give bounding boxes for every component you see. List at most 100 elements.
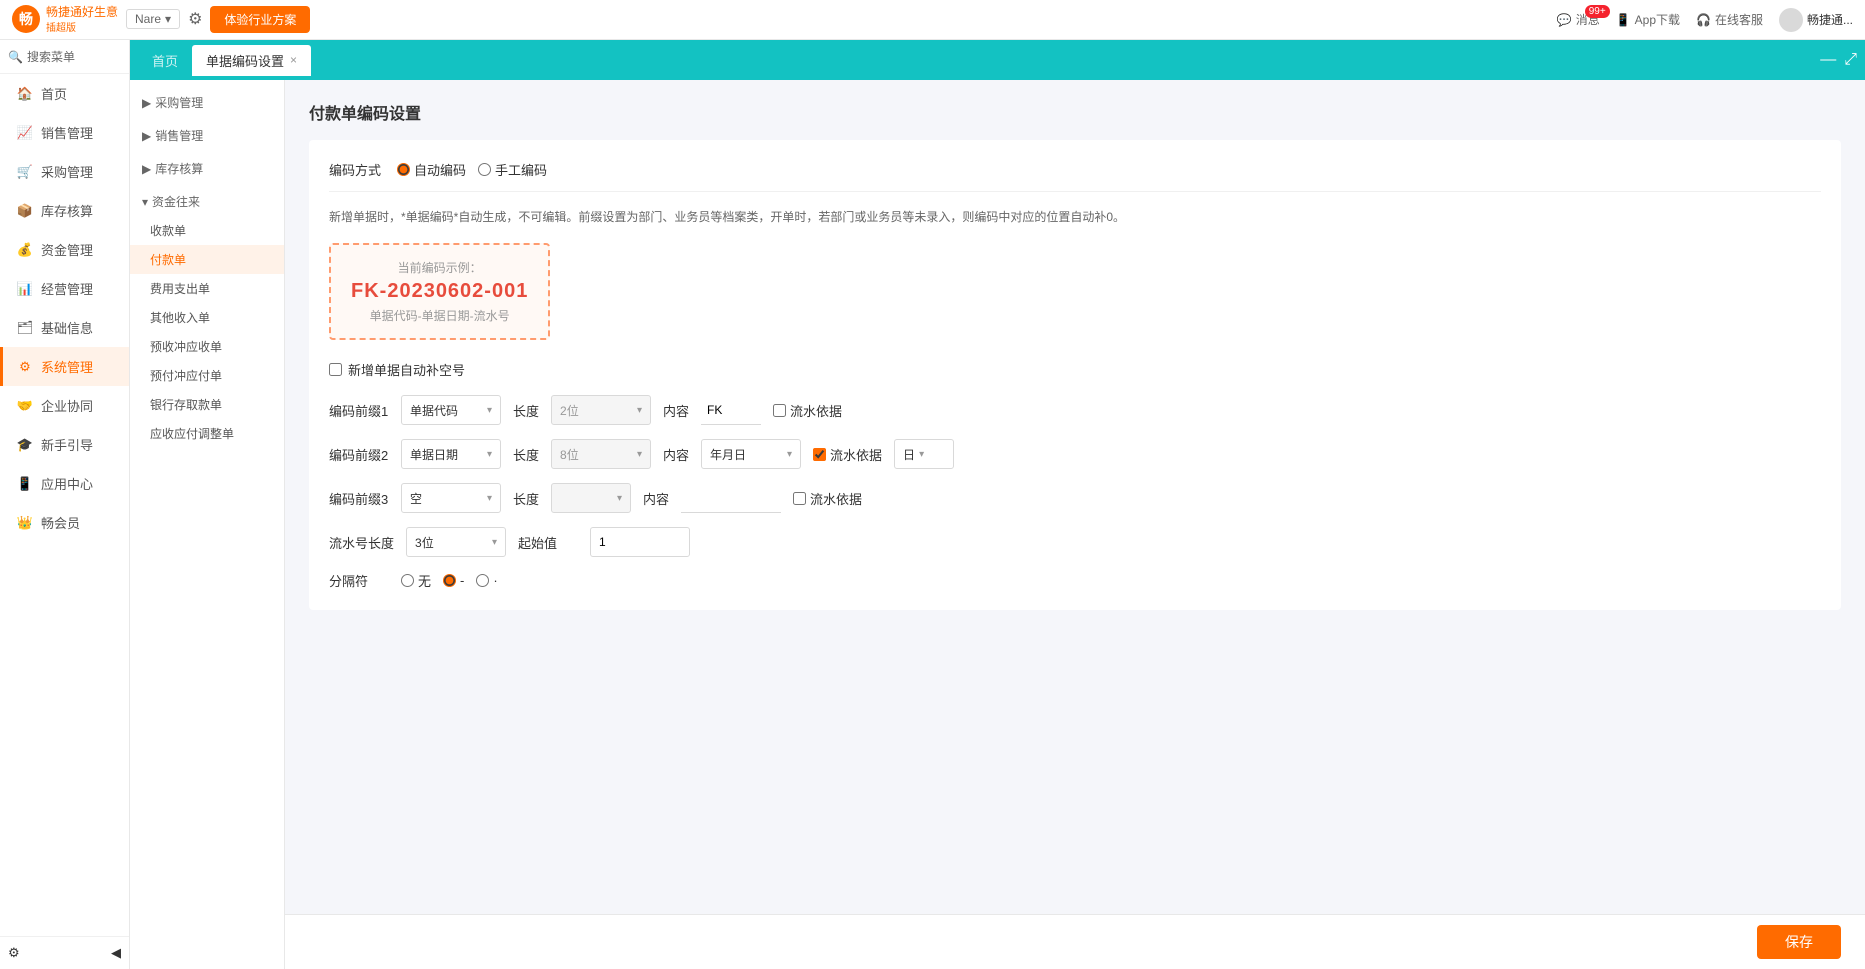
sub-group-sales-title[interactable]: ▶ 销售管理 <box>130 121 284 150</box>
serial1-check[interactable]: 流水依据 <box>773 401 842 420</box>
length1-value: 2位 <box>560 402 579 419</box>
tab-minimize-icon[interactable]: — <box>1820 51 1836 69</box>
prefix2-select[interactable]: 单据日期 ▾ <box>401 439 501 469</box>
sub-group-purchase-title[interactable]: ▶ 采购管理 <box>130 88 284 117</box>
tab-home[interactable]: 首页 <box>138 45 192 76</box>
sub-group-finance-title[interactable]: ▾ 资金往来 <box>130 187 284 216</box>
avatar <box>1779 8 1803 32</box>
content2-select[interactable]: 年月日 ▾ <box>701 439 801 469</box>
operations-icon: 📊 <box>17 281 33 297</box>
search-icon: 🔍 <box>8 50 23 64</box>
sidebar-item-finance[interactable]: 💰 资金管理 <box>0 230 129 269</box>
sub-item-expense[interactable]: 费用支出单 <box>130 274 284 303</box>
message-item[interactable]: 💬 消息 99+ <box>1557 11 1600 28</box>
sidebar-item-purchase[interactable]: 🛒 采购管理 <box>0 152 129 191</box>
auto-fill-row: 新增单据自动补空号 <box>329 360 1821 379</box>
radio-auto-encode-input[interactable] <box>397 163 410 176</box>
sub-item-prepay-receive[interactable]: 预收冲应收单 <box>130 332 284 361</box>
serial3-checkbox[interactable] <box>793 492 806 505</box>
settings-icon[interactable]: ⚙ <box>188 9 202 29</box>
sidebar-item-sales[interactable]: 📈 销售管理 <box>0 113 129 152</box>
guide-icon: 🎓 <box>17 437 33 453</box>
radio-manual-encode-input[interactable] <box>478 163 491 176</box>
top-bar-right: 💬 消息 99+ 📱 App下载 🎧 在线客服 畅捷通... <box>1557 8 1853 32</box>
serial1-checkbox[interactable] <box>773 404 786 417</box>
prefix1-select[interactable]: 单据代码 ▾ <box>401 395 501 425</box>
content1-input[interactable] <box>701 395 761 425</box>
nav-dropdown[interactable]: Nare ▾ <box>126 9 180 29</box>
serial2-checkbox[interactable] <box>813 448 826 461</box>
sub-item-other-income[interactable]: 其他收入单 <box>130 303 284 332</box>
serial-config-row: 流水号长度 3位 ▾ 起始值 <box>329 527 1821 557</box>
sidebar-item-guide[interactable]: 🎓 新手引导 <box>0 425 129 464</box>
sep-dot[interactable]: · <box>476 573 497 588</box>
system-icon: ⚙ <box>17 359 33 375</box>
sidebar-item-label: 资金管理 <box>41 240 93 259</box>
user-item[interactable]: 畅捷通... <box>1779 8 1853 32</box>
sub-item-receipt[interactable]: 收款单 <box>130 216 284 245</box>
example-box: 当前编码示例： FK-20230602-001 单据代码-单据日期-流水号 <box>329 243 550 340</box>
sidebar-item-label: 采购管理 <box>41 162 93 181</box>
sub-group-inventory-title[interactable]: ▶ 库存核算 <box>130 154 284 183</box>
tab-home-label: 首页 <box>152 51 178 70</box>
app-center-icon: 📱 <box>17 476 33 492</box>
sidebar-item-system[interactable]: ⚙ 系统管理 <box>0 347 129 386</box>
nav-dropdown-text: Nare <box>135 12 161 26</box>
sep-dash[interactable]: - <box>443 573 464 588</box>
sep-none[interactable]: 无 <box>401 571 431 590</box>
radio-manual-encode[interactable]: 手工编码 <box>478 160 547 179</box>
online-service-item[interactable]: 🎧 在线客服 <box>1696 11 1763 28</box>
finance-icon: 💰 <box>17 242 33 258</box>
app-download-label: App下载 <box>1635 11 1680 28</box>
sep-none-radio[interactable] <box>401 574 414 587</box>
online-service-icon: 🎧 <box>1696 13 1711 27</box>
sidebar-search-label: 搜索菜单 <box>27 48 75 65</box>
auto-fill-checkbox[interactable] <box>329 363 342 376</box>
sidebar-item-app-center[interactable]: 📱 应用中心 <box>0 464 129 503</box>
radio-auto-encode-label: 自动编码 <box>414 160 466 179</box>
sub-item-payment[interactable]: 付款单 <box>130 245 284 274</box>
serial2-day-select[interactable]: 日 ▾ <box>894 439 954 469</box>
start-value-input[interactable] <box>590 527 690 557</box>
tab-encoding-settings[interactable]: 单据编码设置 × <box>192 45 311 76</box>
sidebar-item-basic-info[interactable]: 🗂 基础信息 <box>0 308 129 347</box>
tab-close-icon[interactable]: × <box>290 53 297 67</box>
sidebar-settings-icon[interactable]: ⚙ <box>8 945 20 961</box>
app-download-item[interactable]: 📱 App下载 <box>1616 11 1680 28</box>
sidebar-item-vip[interactable]: 👑 畅会员 <box>0 503 129 542</box>
content1-label: 内容 <box>663 401 689 420</box>
sidebar-item-label: 首页 <box>41 84 67 103</box>
sidebar-search[interactable]: 🔍 搜索菜单 <box>0 40 129 74</box>
serial1-label: 流水依据 <box>790 401 842 420</box>
sep-dash-radio[interactable] <box>443 574 456 587</box>
sidebar-item-operations[interactable]: 📊 经营管理 <box>0 269 129 308</box>
prefix1-chevron-icon: ▾ <box>487 405 492 416</box>
tab-expand-icon[interactable]: ⤢ <box>1844 51 1857 69</box>
sub-group-inventory-label: 库存核算 <box>155 160 203 177</box>
save-button[interactable]: 保存 <box>1757 925 1841 959</box>
sidebar-item-inventory[interactable]: 📦 库存核算 <box>0 191 129 230</box>
sidebar-collapse-icon[interactable]: ◀ <box>111 945 121 961</box>
sep-dot-radio[interactable] <box>476 574 489 587</box>
serial3-check[interactable]: 流水依据 <box>793 489 862 508</box>
sub-group-finance-chevron: ▾ <box>142 195 148 209</box>
serial2-check[interactable]: 流水依据 <box>813 445 882 464</box>
sub-group-purchase-chevron: ▶ <box>142 96 151 110</box>
sub-item-adjustment[interactable]: 应收应付调整单 <box>130 419 284 448</box>
serial-length-select[interactable]: 3位 ▾ <box>406 527 506 557</box>
prefix3-select[interactable]: 空 ▾ <box>401 483 501 513</box>
radio-auto-encode[interactable]: 自动编码 <box>397 160 466 179</box>
top-bar-nav: Nare ▾ ⚙ 体验行业方案 <box>126 6 310 33</box>
length3-label: 长度 <box>513 489 539 508</box>
content3-input[interactable] <box>681 483 781 513</box>
content2-label: 内容 <box>663 445 689 464</box>
promo-button[interactable]: 体验行业方案 <box>210 6 310 33</box>
sub-item-prepay-pay[interactable]: 预付冲应付单 <box>130 361 284 390</box>
sub-item-bank[interactable]: 银行存取款单 <box>130 390 284 419</box>
logo-text-line1: 畅捷通好生意 <box>46 5 118 19</box>
prefix2-row: 编码前缀2 单据日期 ▾ 长度 8位 ▾ 内容 <box>329 439 1821 469</box>
sidebar-item-home[interactable]: 🏠 首页 <box>0 74 129 113</box>
sidebar-item-label: 系统管理 <box>41 357 93 376</box>
sidebar-item-enterprise[interactable]: 🤝 企业协同 <box>0 386 129 425</box>
content2-chevron-icon: ▾ <box>787 449 792 460</box>
